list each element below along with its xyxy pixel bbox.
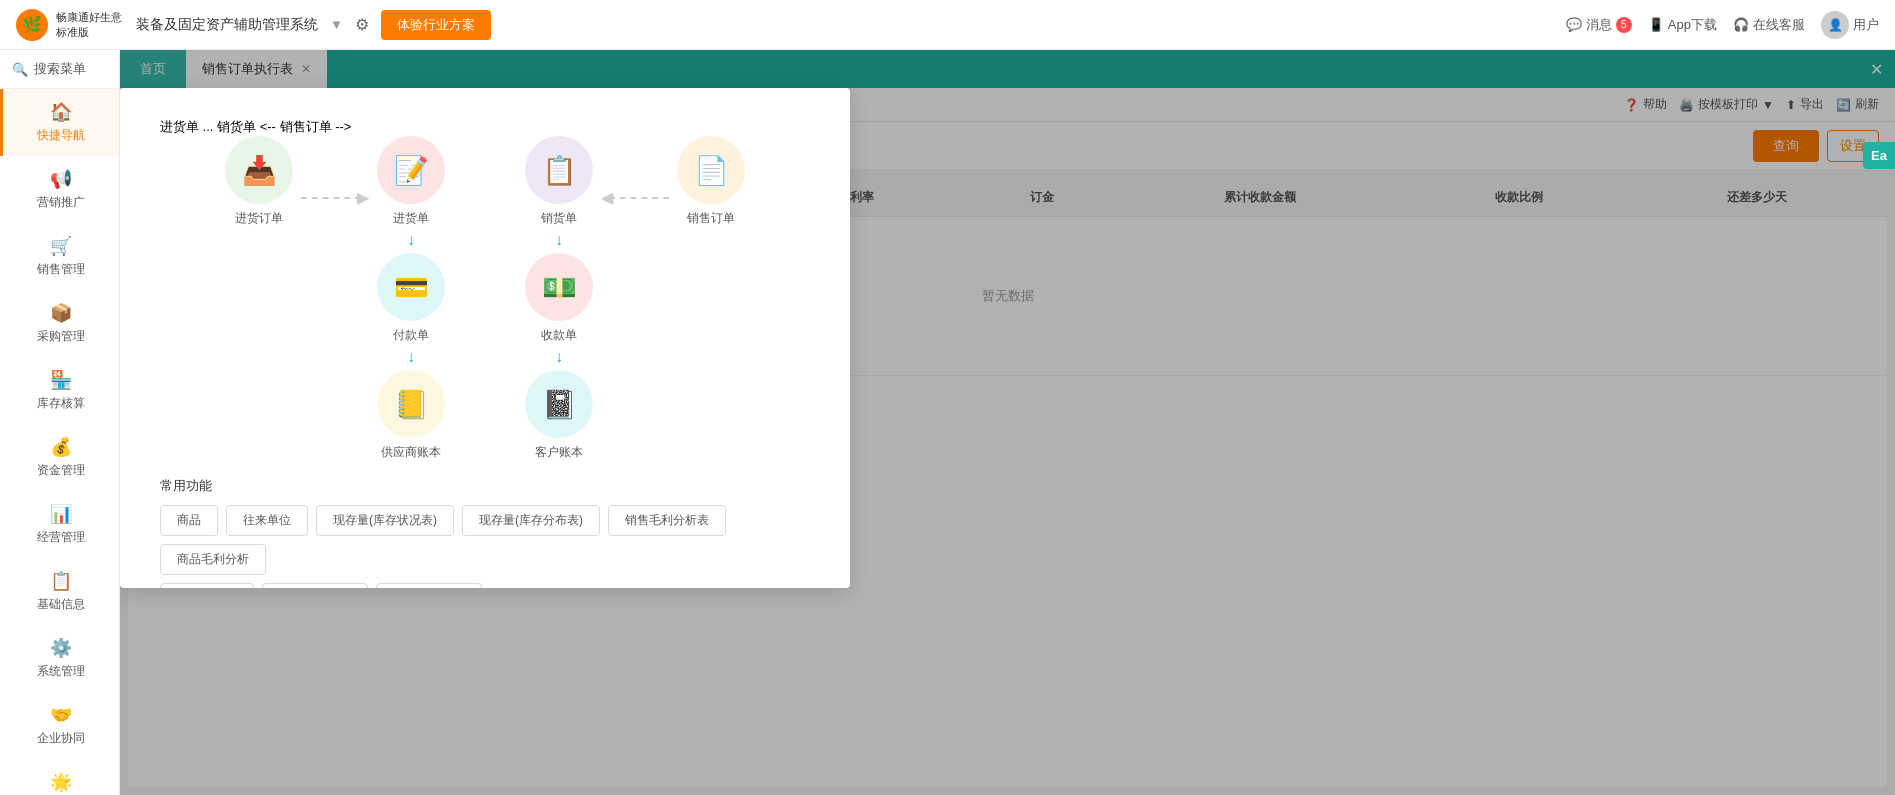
func-btn-payment-stat[interactable]: 付款情况统计 <box>376 583 482 588</box>
search-menu[interactable]: 🔍 搜索菜单 <box>0 50 119 89</box>
common-functions: 常用功能 商品 往来单位 现存量(库存状况表) 现存量(库存分布表) 销售毛利分… <box>160 477 810 588</box>
home-icon: 🏠 <box>50 101 72 123</box>
common-functions-title: 常用功能 <box>160 477 810 495</box>
func-btn-stock-dist[interactable]: 现存量(库存分布表) <box>462 505 600 536</box>
avatar: 👤 <box>1821 11 1849 39</box>
func-btn-receipt-stat[interactable]: 收款情况统计 <box>262 583 368 588</box>
logo-icon: 🌿 <box>16 9 48 41</box>
func-buttons-row1: 商品 往来单位 现存量(库存状况表) 现存量(库存分布表) 销售毛利分析表 商品… <box>160 505 810 575</box>
purchase-icon: 📦 <box>50 302 72 324</box>
phone-icon: 📱 <box>1648 17 1664 32</box>
search-icon: 🔍 <box>12 62 28 77</box>
supplier-ledger-circle: 📒 <box>377 370 445 438</box>
flow-node-sales-bill: 📋 销货单 <box>525 136 593 227</box>
sidebar: 🔍 搜索菜单 🏠 快捷导航 📢 营销推广 🛒 销售管理 📦 采购管理 🏪 库存核… <box>0 50 120 795</box>
func-btn-stock-status[interactable]: 现存量(库存状况表) <box>316 505 454 536</box>
purchase-bill-label: 进货单 <box>393 210 429 227</box>
user-action[interactable]: 👤 用户 <box>1821 11 1879 39</box>
ea-badge[interactable]: Ea <box>1863 142 1895 169</box>
supplier-ledger-label: 供应商账本 <box>381 444 441 461</box>
flow-node-payment: 💳 付款单 <box>377 253 445 344</box>
top-header: 🌿 畅康通好生意 标准版 装备及固定资产辅助管理系统 ▼ ⚙ 体验行业方案 💬 … <box>0 0 1895 50</box>
flow-node-supplier-ledger: 📒 供应商账本 <box>377 370 445 461</box>
receipt-circle: 💵 <box>525 253 593 321</box>
online-service-action[interactable]: 🎧 在线客服 <box>1733 16 1805 34</box>
sidebar-item-quick-nav[interactable]: 🏠 快捷导航 <box>0 89 119 156</box>
func-btn-partner[interactable]: 往来单位 <box>226 505 308 536</box>
purchase-order-circle: 📥 <box>225 136 293 204</box>
header-center: 装备及固定资产辅助管理系统 ▼ ⚙ 体验行业方案 <box>136 10 1566 40</box>
operation-icon: 📊 <box>50 503 72 525</box>
logo-text: 畅康通好生意 标准版 <box>56 10 122 39</box>
flow-node-customer-ledger: 📓 客户账本 <box>525 370 593 461</box>
func-btn-product[interactable]: 商品 <box>160 505 218 536</box>
modal-overlay: 进货单 ... 销货单 <-- 销售订单 --> 📥 进货订单 ▶ <box>120 50 1895 795</box>
func-btn-product-profit[interactable]: 商品毛利分析 <box>160 544 266 575</box>
flow-node-purchase-bill: 📝 进货单 <box>377 136 445 227</box>
sidebar-item-sales[interactable]: 🛒 销售管理 <box>0 223 119 290</box>
system-title: 装备及固定资产辅助管理系统 <box>136 16 318 34</box>
arrow-h-2: ◀ <box>601 188 669 207</box>
sidebar-item-finance[interactable]: 💰 资金管理 <box>0 424 119 491</box>
payment-circle: 💳 <box>377 253 445 321</box>
system-icon: ⚙️ <box>50 637 72 659</box>
sidebar-item-system[interactable]: ⚙️ 系统管理 <box>0 625 119 692</box>
content-area: 首页 销售订单执行表 ✕ ✕ ❓ 帮助 🖨️ 按模板打印 ▼ <box>120 50 1895 795</box>
sales-icon: 🛒 <box>50 235 72 257</box>
inventory-icon: 🏪 <box>50 369 72 391</box>
customer-ledger-circle: 📓 <box>525 370 593 438</box>
dropdown-arrow-icon[interactable]: ▼ <box>330 17 343 32</box>
arrow-h-1: ▶ <box>301 188 369 207</box>
marketing-icon: 📢 <box>50 168 72 190</box>
logo-area: 🌿 畅康通好生意 标准版 <box>16 9 136 41</box>
sidebar-item-basic[interactable]: 📋 基础信息 <box>0 558 119 625</box>
sales-order-label: 销售订单 <box>687 210 735 227</box>
receipt-label: 收款单 <box>541 327 577 344</box>
sales-bill-label: 销货单 <box>541 210 577 227</box>
message-badge: 5 <box>1616 17 1632 33</box>
flow-node-purchase-order: 📥 进货订单 <box>225 136 293 227</box>
func-btn-sales-profit[interactable]: 销售毛利分析表 <box>608 505 726 536</box>
header-right: 💬 消息 5 📱 App下载 🎧 在线客服 👤 用户 <box>1566 11 1879 39</box>
purchase-order-label: 进货订单 <box>235 210 283 227</box>
flow-node-receipt: 💵 收款单 <box>525 253 593 344</box>
enterprise-icon: 🤝 <box>50 704 72 726</box>
sidebar-item-inventory[interactable]: 🏪 库存核算 <box>0 357 119 424</box>
message-icon: 💬 <box>1566 17 1582 32</box>
app-download-action[interactable]: 📱 App下载 <box>1648 16 1717 34</box>
sidebar-item-newbie[interactable]: 🌟 新手引导 <box>0 759 119 795</box>
modal-content: 进货单 ... 销货单 <-- 销售订单 --> 📥 进货订单 ▶ <box>120 88 850 588</box>
customer-ledger-label: 客户账本 <box>535 444 583 461</box>
sales-order-circle: 📄 <box>677 136 745 204</box>
newbie-icon: 🌟 <box>50 771 72 793</box>
func-btn-sales-rank[interactable]: 销售排行榜 <box>160 583 254 588</box>
sidebar-item-enterprise[interactable]: 🤝 企业协同 <box>0 692 119 759</box>
sales-bill-circle: 📋 <box>525 136 593 204</box>
payment-label: 付款单 <box>393 327 429 344</box>
arrow-down-purchase: ↓ <box>377 231 445 249</box>
message-action[interactable]: 💬 消息 5 <box>1566 16 1632 34</box>
flow-node-sales-order: 📄 销售订单 <box>677 136 745 227</box>
purchase-bill-circle: 📝 <box>377 136 445 204</box>
basic-icon: 📋 <box>50 570 72 592</box>
trial-button[interactable]: 体验行业方案 <box>381 10 491 40</box>
settings-icon[interactable]: ⚙ <box>355 15 369 34</box>
func-buttons-row2: 销售排行榜 收款情况统计 付款情况统计 <box>160 583 810 588</box>
arrow-down-receipt: ↓ <box>525 348 593 366</box>
sidebar-item-marketing[interactable]: 📢 营销推广 <box>0 156 119 223</box>
headset-icon: 🎧 <box>1733 17 1749 32</box>
finance-icon: 💰 <box>50 436 72 458</box>
main-layout: 🔍 搜索菜单 🏠 快捷导航 📢 营销推广 🛒 销售管理 📦 采购管理 🏪 库存核… <box>0 50 1895 795</box>
modal-box: 进货单 ... 销货单 <-- 销售订单 --> 📥 进货订单 ▶ <box>120 88 850 588</box>
arrow-down-payment: ↓ <box>377 348 445 366</box>
arrow-down-sales: ↓ <box>525 231 593 249</box>
sidebar-item-purchase[interactable]: 📦 采购管理 <box>0 290 119 357</box>
sidebar-item-operation[interactable]: 📊 经营管理 <box>0 491 119 558</box>
